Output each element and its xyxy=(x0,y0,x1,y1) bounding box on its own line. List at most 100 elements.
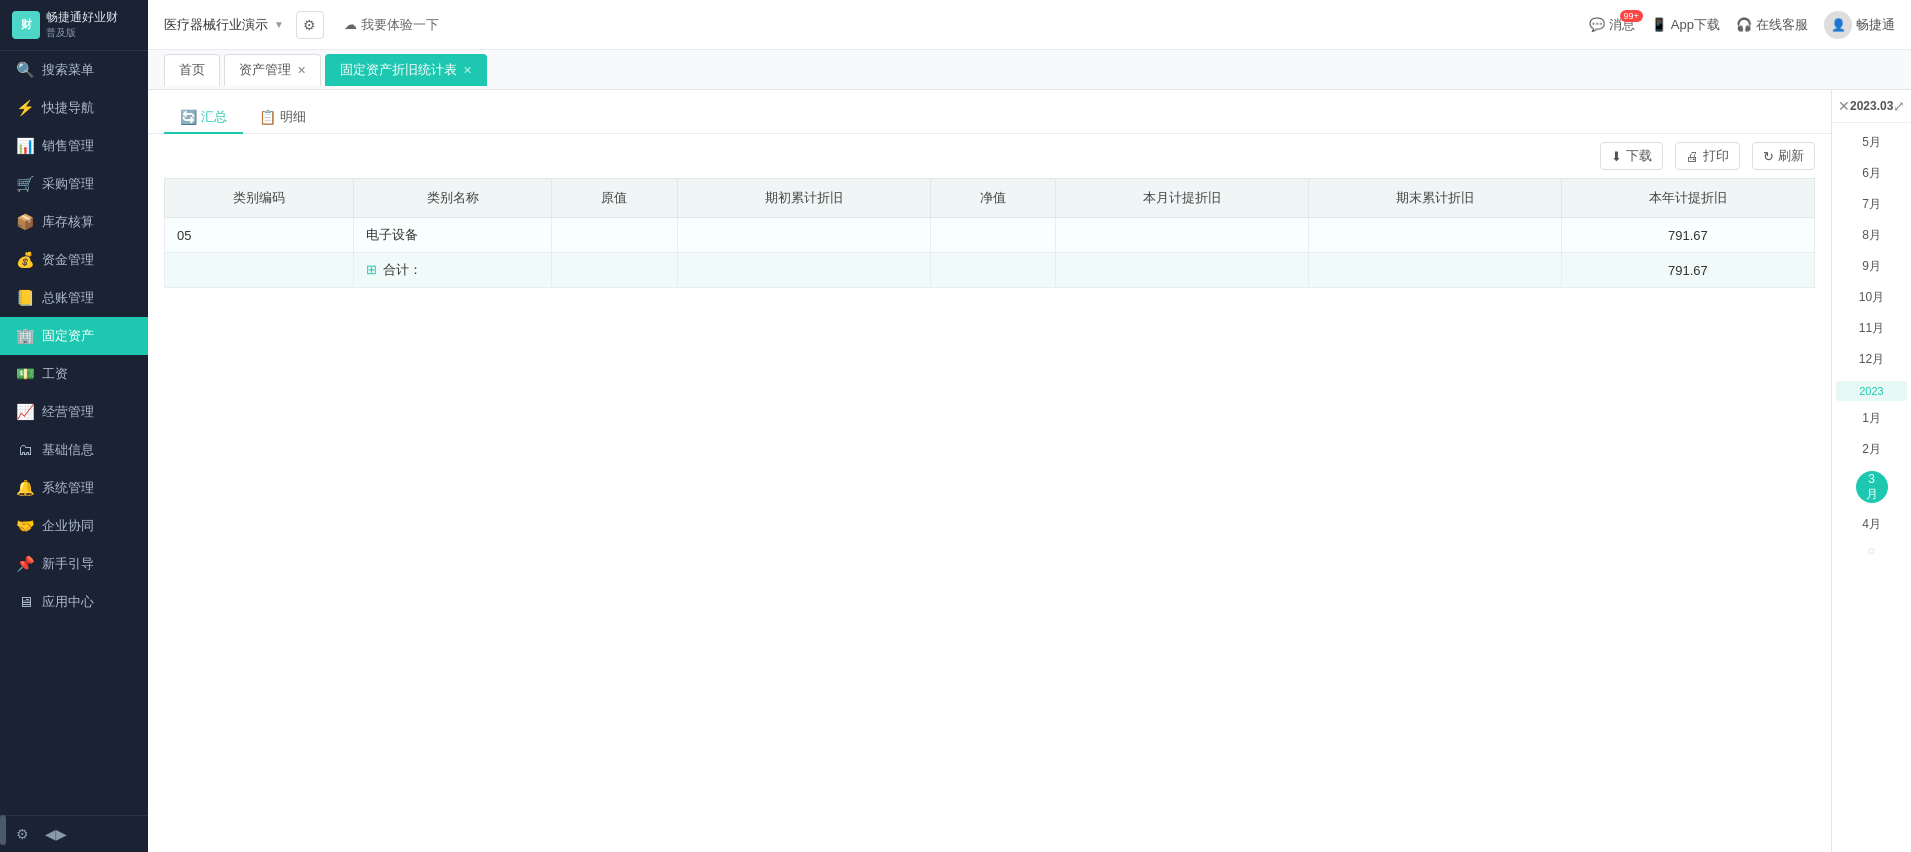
sidebar-label-appcenter: 应用中心 xyxy=(42,593,94,611)
print-btn-icon: 🖨 xyxy=(1686,149,1699,164)
tab-close-asset_mgmt[interactable]: ✕ xyxy=(297,64,306,77)
sidebar-item-sales[interactable]: 📊 销售管理 xyxy=(0,127,148,165)
month-3-current[interactable]: 3月 xyxy=(1856,471,1888,503)
app-download-button[interactable]: 📱 App下载 xyxy=(1651,16,1720,34)
download-icon: 📱 xyxy=(1651,17,1667,32)
sidebar-icon-quicknav: ⚡ xyxy=(16,99,34,117)
message-badge: 99+ xyxy=(1620,10,1643,22)
sidebar-item-search[interactable]: 🔍 搜索菜单 xyxy=(0,51,148,89)
month-8[interactable]: 8月 xyxy=(1832,220,1911,251)
tab-label-depreciation: 固定资产折旧统计表 xyxy=(340,61,457,79)
bottom-circle: ○ xyxy=(1832,540,1911,561)
sidebar-menu: 🔍 搜索菜单 ⚡ 快捷导航 📊 销售管理 🛒 采购管理 📦 库存核算 💰 资金管… xyxy=(0,51,148,815)
cell-net xyxy=(930,218,1055,253)
avatar: 👤 xyxy=(1824,11,1852,39)
online-service-button[interactable]: 🎧 在线客服 xyxy=(1736,16,1808,34)
refresh-btn-icon: ↻ xyxy=(1763,149,1774,164)
col-initial: 期初累计折旧 xyxy=(677,179,930,218)
date-panel-header: ✕ 2023.03 ⤢ xyxy=(1832,90,1911,123)
month-12[interactable]: 12月 xyxy=(1832,344,1911,375)
tab-depreciation[interactable]: 固定资产折旧统计表 ✕ xyxy=(325,54,487,86)
sidebar-label-search: 搜索菜单 xyxy=(42,61,94,79)
date-panel: ✕ 2023.03 ⤢ 5月 6月 7月 8月 9月 10月 11月 12月 2… xyxy=(1831,90,1911,852)
sidebar-icon-sales: 📊 xyxy=(16,137,34,155)
company-selector[interactable]: 医疗器械行业演示 ▼ xyxy=(164,16,284,34)
experience-icon: ☁ xyxy=(344,17,357,32)
month-1[interactable]: 1月 xyxy=(1832,403,1911,434)
download-btn-label: 下载 xyxy=(1626,147,1652,165)
message-button[interactable]: 💬 消息 99+ xyxy=(1589,16,1635,34)
toolbar: ⬇ 下载 🖨 打印 ↻ 刷新 xyxy=(148,134,1831,178)
sidebar-item-newbie[interactable]: 📌 新手引导 xyxy=(0,545,148,583)
company-dropdown-icon: ▼ xyxy=(274,19,284,30)
sidebar-icon-search: 🔍 xyxy=(16,61,34,79)
sidebar: 财 畅捷通好业财 普及版 🔍 搜索菜单 ⚡ 快捷导航 📊 销售管理 🛒 采购管理… xyxy=(0,0,148,852)
print-btn-label: 打印 xyxy=(1703,147,1729,165)
tabs-bar: 首页 资产管理 ✕ 固定资产折旧统计表 ✕ xyxy=(148,50,1911,90)
sidebar-label-enterprise: 企业协同 xyxy=(42,517,94,535)
user-menu[interactable]: 👤 畅捷通 xyxy=(1824,11,1895,39)
sidebar-item-salary[interactable]: 💵 工资 xyxy=(0,355,148,393)
sidebar-icon-fixedasset: 🏢 xyxy=(16,327,34,345)
sidebar-item-ledger[interactable]: 📒 总账管理 xyxy=(0,279,148,317)
sidebar-icon-purchase: 🛒 xyxy=(16,175,34,193)
sidebar-item-operations[interactable]: 📈 经营管理 xyxy=(0,393,148,431)
month-4[interactable]: 4月 xyxy=(1832,509,1911,540)
sidebar-label-sales: 销售管理 xyxy=(42,137,94,155)
service-label: 在线客服 xyxy=(1756,16,1808,34)
tab-home[interactable]: 首页 xyxy=(164,54,220,86)
col-monthly: 本月计提折旧 xyxy=(1055,179,1308,218)
cell-ending xyxy=(1308,218,1561,253)
print-button[interactable]: 🖨 打印 xyxy=(1675,142,1740,170)
sidebar-item-system[interactable]: 🔔 系统管理 xyxy=(0,469,148,507)
experience-button[interactable]: ☁ 我要体验一下 xyxy=(344,16,439,34)
sidebar-item-purchase[interactable]: 🛒 采购管理 xyxy=(0,165,148,203)
month-5[interactable]: 5月 xyxy=(1832,127,1911,158)
sidebar-item-basicinfo[interactable]: 🗂 基础信息 xyxy=(0,431,148,469)
sidebar-item-quicknav[interactable]: ⚡ 快捷导航 xyxy=(0,89,148,127)
month-6[interactable]: 6月 xyxy=(1832,158,1911,189)
sidebar-item-fixedasset[interactable]: 🏢 固定资产 xyxy=(0,317,148,355)
sidebar-item-enterprise[interactable]: 🤝 企业协同 xyxy=(0,507,148,545)
past-months-section: 5月 6月 7月 8月 9月 10月 11月 12月 xyxy=(1832,123,1911,379)
current-month-wrapper: 3月 xyxy=(1832,465,1911,509)
col-net: 净值 xyxy=(930,179,1055,218)
company-name: 医疗器械行业演示 xyxy=(164,16,268,34)
sub-tab-summary[interactable]: 🔄 汇总 xyxy=(164,102,243,134)
cell-code: 05 xyxy=(165,218,354,253)
cell-annual: 791.67 xyxy=(1561,218,1814,253)
tab-close-depreciation[interactable]: ✕ xyxy=(463,64,472,77)
tab-asset_mgmt[interactable]: 资产管理 ✕ xyxy=(224,54,321,86)
date-panel-year: 2023.03 xyxy=(1850,99,1893,113)
settings-icon[interactable]: ⚙ xyxy=(16,826,29,842)
month-11[interactable]: 11月 xyxy=(1832,313,1911,344)
month-10[interactable]: 10月 xyxy=(1832,282,1911,313)
month-9[interactable]: 9月 xyxy=(1832,251,1911,282)
sidebar-icon-enterprise: 🤝 xyxy=(16,517,34,535)
total-empty xyxy=(165,253,354,288)
sidebar-label-operations: 经营管理 xyxy=(42,403,94,421)
logo-title: 畅捷通好业财 xyxy=(46,10,118,26)
total-annual: 791.67 xyxy=(1561,253,1814,288)
sub-tab-detail[interactable]: 📋 明细 xyxy=(243,102,322,134)
logo-text-group: 畅捷通好业财 普及版 xyxy=(46,10,118,40)
year-2023-label: 2023 xyxy=(1836,381,1907,401)
download-button[interactable]: ⬇ 下载 xyxy=(1600,142,1663,170)
month-7[interactable]: 7月 xyxy=(1832,189,1911,220)
date-panel-expand-button[interactable]: ⤢ xyxy=(1893,98,1905,114)
date-panel-close-button[interactable]: ✕ xyxy=(1838,98,1850,114)
sidebar-icon-operations: 📈 xyxy=(16,403,34,421)
sidebar-item-appcenter[interactable]: 🖥 应用中心 xyxy=(0,583,148,621)
sub-tabs: 🔄 汇总 📋 明细 xyxy=(148,90,1831,134)
sidebar-item-finance[interactable]: 💰 资金管理 xyxy=(0,241,148,279)
collapse-icon[interactable]: ◀▶ xyxy=(45,826,67,842)
settings-button[interactable]: ⚙ xyxy=(296,11,324,39)
sidebar-item-inventory[interactable]: 📦 库存核算 xyxy=(0,203,148,241)
col-code: 类别编码 xyxy=(165,179,354,218)
tab-label-asset_mgmt: 资产管理 xyxy=(239,61,291,79)
month-2[interactable]: 2月 xyxy=(1832,434,1911,465)
sidebar-icon-newbie: 📌 xyxy=(16,555,34,573)
table-total-row: ⊞ 合计： 791.67 xyxy=(165,253,1815,288)
sidebar-label-ledger: 总账管理 xyxy=(42,289,94,307)
refresh-button[interactable]: ↻ 刷新 xyxy=(1752,142,1815,170)
